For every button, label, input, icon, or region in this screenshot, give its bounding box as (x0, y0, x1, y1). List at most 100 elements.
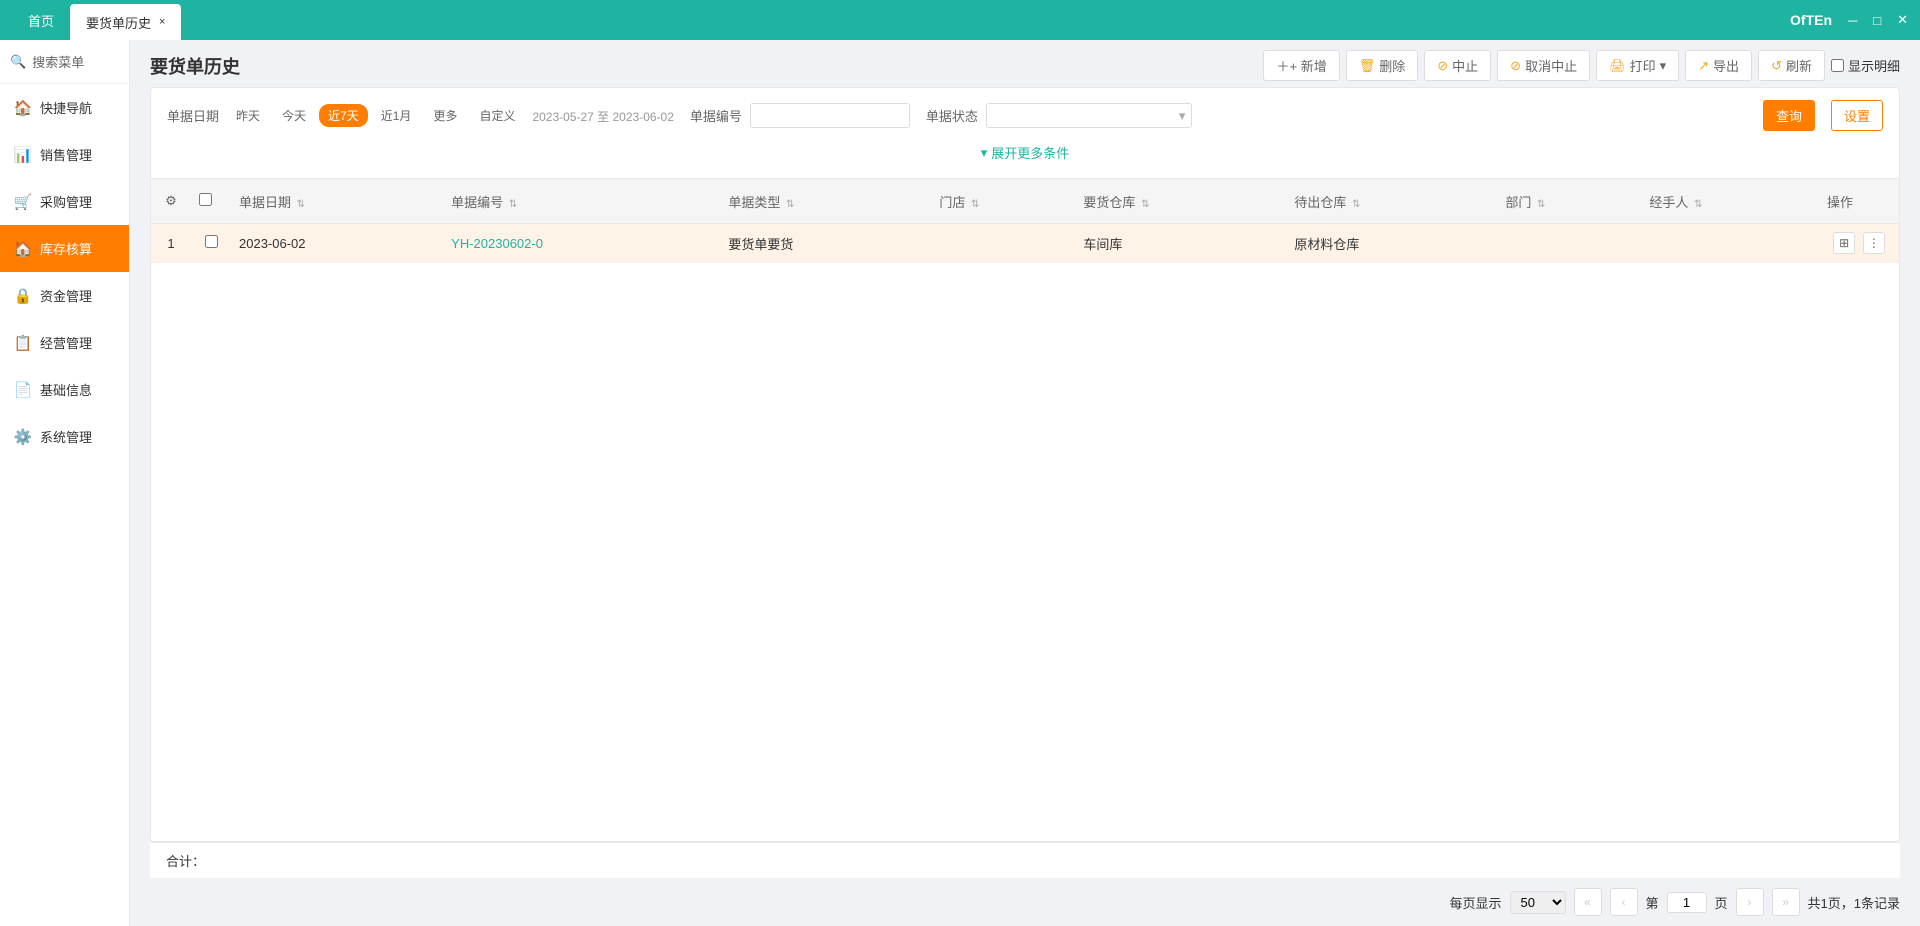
sidebar-item-purchase[interactable]: 🛒 采购管理 (0, 178, 129, 225)
cancel-stop-icon: ⊘ (1510, 58, 1521, 74)
page-title: 要货单历史 (150, 53, 240, 79)
doc-icon: 📄 (14, 381, 32, 399)
date-btn-1month[interactable]: 近1月 (372, 104, 421, 127)
date-btn-today[interactable]: 今天 (273, 104, 315, 127)
date-btn-7days[interactable]: 近7天 (319, 104, 368, 127)
docno-filter-input[interactable] (750, 103, 910, 128)
sidebar-search[interactable]: 🔍 搜索菜单 (0, 40, 129, 84)
stop-button[interactable]: ⊘ 中止 (1424, 50, 1491, 81)
date-sort-icon[interactable]: ⇅ (297, 199, 305, 210)
summary-label: 合计： (166, 851, 205, 870)
row-checkbox[interactable] (205, 235, 218, 248)
table-header-row: ⚙ 单据日期 ⇅ 单据编号 ⇅ (151, 179, 1899, 224)
status-filter-label: 单据状态 (926, 106, 978, 125)
date-btn-yesterday[interactable]: 昨天 (227, 104, 269, 127)
cell-wait-warehouse: 原材料仓库 (1286, 224, 1497, 263)
req-warehouse-sort-icon[interactable]: ⇅ (1141, 199, 1149, 210)
date-filter-buttons: 昨天 今天 近7天 近1月 更多 自定义 (227, 104, 524, 127)
tab-bar: 首页 要货单历史 × (12, 0, 181, 40)
sidebar-item-quick-nav[interactable]: 🏠 快捷导航 (0, 84, 129, 131)
select-all-checkbox[interactable] (199, 193, 212, 206)
docno-link[interactable]: YH-20230602-0 (451, 236, 543, 251)
sidebar-item-basic[interactable]: 📄 基础信息 (0, 366, 129, 413)
handler-sort-icon[interactable]: ⇅ (1694, 199, 1702, 210)
th-store: 门店 ⇅ (931, 179, 1075, 224)
row-more-button[interactable]: ⋮ (1863, 232, 1885, 254)
store-sort-icon[interactable]: ⇅ (971, 199, 979, 210)
cancel-stop-button[interactable]: ⊘ 取消中止 (1497, 50, 1590, 81)
print-button[interactable]: 🖨 打印 ▾ (1596, 50, 1679, 81)
tab-close-icon[interactable]: × (159, 16, 165, 28)
data-table-wrap: ⚙ 单据日期 ⇅ 单据编号 ⇅ (150, 178, 1900, 842)
next-page-button[interactable]: › (1736, 888, 1764, 916)
date-btn-custom[interactable]: 自定义 (470, 104, 524, 127)
cell-checkbox (191, 224, 231, 263)
cell-dept (1497, 224, 1641, 263)
expand-more-button[interactable]: ▾ 展开更多条件 (973, 139, 1078, 166)
docno-sort-icon[interactable]: ⇅ (509, 199, 517, 210)
window-close-button[interactable]: ✕ (1897, 12, 1908, 28)
content-area: 要货单历史 ＋ + 新增 🗑 删除 ⊘ 中止 ⊘ (130, 40, 1920, 926)
date-btn-more[interactable]: 更多 (424, 104, 466, 127)
row-edit-button[interactable]: ⊞ (1833, 232, 1855, 254)
brand-label: OfTEn (1790, 12, 1832, 28)
expand-more-row: ▾ 展开更多条件 (167, 139, 1883, 166)
sidebar-item-operation[interactable]: 📋 经营管理 (0, 319, 129, 366)
cell-date: 2023-06-02 (231, 224, 443, 263)
table-row: 1 2023-06-02 YH-20230602-0 要货单要货 车间库 (151, 224, 1899, 263)
show-detail-checkbox[interactable] (1831, 59, 1844, 72)
status-select-wrap[interactable]: ▾ (986, 103, 1193, 128)
th-dept: 部门 ⇅ (1497, 179, 1641, 224)
plus-icon: ＋ (1276, 56, 1289, 75)
total-info: 共1页，1条记录 (1808, 893, 1900, 912)
show-detail-checkbox-label[interactable]: 显示明细 (1831, 56, 1900, 75)
status-dropdown-icon[interactable]: ▾ (1179, 108, 1192, 124)
window-controls: ─ □ ✕ (1848, 12, 1908, 28)
delete-button[interactable]: 🗑 删除 (1346, 50, 1419, 81)
wait-warehouse-sort-icon[interactable]: ⇅ (1352, 199, 1360, 210)
first-page-button[interactable]: « (1574, 888, 1602, 916)
operation-icon: 📋 (14, 334, 32, 352)
tab-home[interactable]: 首页 (12, 0, 70, 40)
export-icon: ↗ (1698, 58, 1709, 74)
sidebar-item-inventory[interactable]: 🏠 库存核算 (0, 225, 129, 272)
header-toolbar-row: 要货单历史 ＋ + 新增 🗑 删除 ⊘ 中止 ⊘ (130, 40, 1920, 87)
export-button[interactable]: ↗ 导出 (1685, 50, 1752, 81)
header-right-buttons: ＋ + 新增 🗑 删除 ⊘ 中止 ⊘ 取消中止 (1263, 50, 1900, 81)
refresh-button[interactable]: ↺ 刷新 (1758, 50, 1825, 81)
page-input[interactable] (1667, 892, 1707, 913)
new-button[interactable]: ＋ + 新增 (1263, 50, 1339, 81)
stop-icon: ⊘ (1437, 58, 1448, 74)
top-bar: 首页 要货单历史 × OfTEn ─ □ ✕ (0, 0, 1920, 40)
sidebar-item-system[interactable]: ⚙️ 系统管理 (0, 413, 129, 460)
lock-icon: 🔒 (14, 287, 32, 305)
window-max-button[interactable]: □ (1873, 13, 1881, 28)
status-filter-input[interactable] (987, 104, 1179, 127)
window-min-button[interactable]: ─ (1848, 13, 1857, 28)
docno-filter-label: 单据编号 (690, 106, 742, 125)
query-button[interactable]: 查询 (1763, 100, 1815, 131)
page-size-select[interactable]: 50 100 200 (1510, 891, 1566, 914)
page-size-label: 每页显示 (1449, 893, 1501, 912)
th-wait-warehouse: 待出仓库 ⇅ (1286, 179, 1497, 224)
doctype-sort-icon[interactable]: ⇅ (786, 199, 794, 210)
settings-button[interactable]: 设置 (1831, 100, 1883, 131)
dept-sort-icon[interactable]: ⇅ (1537, 199, 1545, 210)
status-filter-section: 单据状态 ▾ (926, 103, 1193, 128)
sidebar-item-finance[interactable]: 🔒 资金管理 (0, 272, 129, 319)
home-icon: 🏠 (14, 99, 32, 117)
th-ops: 操作 (1819, 179, 1899, 224)
cell-doctype: 要货单要货 (720, 224, 931, 263)
page-unit: 页 (1715, 893, 1728, 912)
tab-active[interactable]: 要货单历史 × (70, 4, 181, 40)
date-filter-section: 单据日期 昨天 今天 近7天 近1月 更多 自定义 2023-05-27 至 2… (167, 104, 674, 127)
sidebar-item-sales[interactable]: 📊 销售管理 (0, 131, 129, 178)
column-settings-icon[interactable]: ⚙ (159, 189, 183, 213)
cell-num: 1 (151, 224, 191, 263)
last-page-button[interactable]: » (1772, 888, 1800, 916)
cell-docno: YH-20230602-0 (443, 224, 720, 263)
delete-icon: 🗑 (1359, 58, 1376, 74)
prev-page-button[interactable]: ‹ (1610, 888, 1638, 916)
filter-row: 单据日期 昨天 今天 近7天 近1月 更多 自定义 2023-05-27 至 2… (167, 100, 1883, 131)
cell-store (931, 224, 1075, 263)
